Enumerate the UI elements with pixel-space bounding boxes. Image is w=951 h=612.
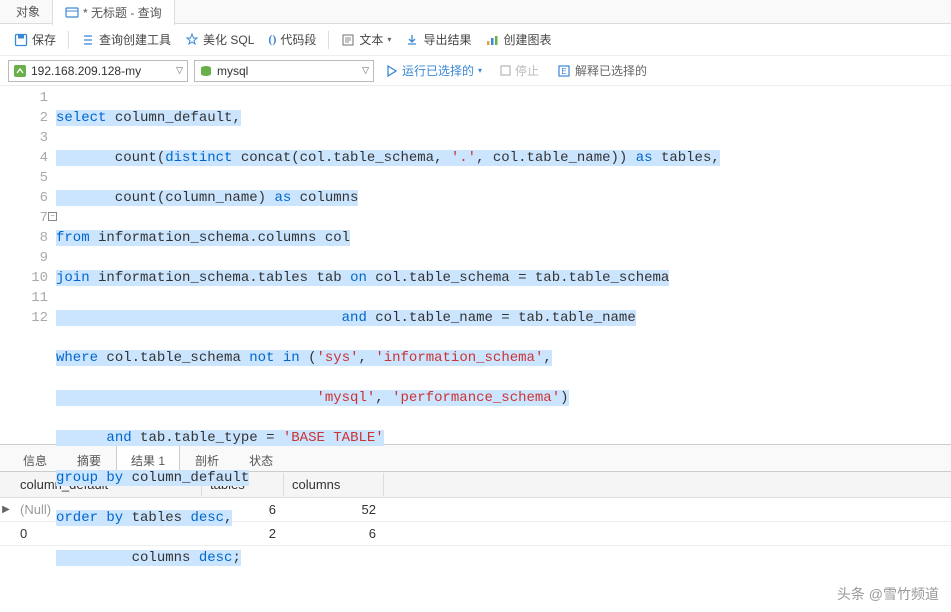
beautify-sql-button[interactable]: 美化 SQL — [179, 27, 260, 52]
tab-info[interactable]: 信息 — [8, 445, 62, 472]
query-tab-icon — [65, 5, 79, 19]
beautify-label: 美化 SQL — [203, 31, 254, 48]
save-icon — [14, 33, 28, 47]
text-icon — [341, 33, 355, 47]
export-result-button[interactable]: 导出结果 — [399, 27, 477, 52]
row-marker-icon: ▶ — [0, 504, 12, 515]
text-label: 文本 — [359, 31, 383, 48]
chevron-down-icon: ▽ — [176, 65, 183, 76]
play-icon — [386, 65, 398, 77]
save-button[interactable]: 保存 — [8, 27, 62, 52]
code-snippet-icon: () — [268, 32, 276, 47]
explain-icon: E — [557, 64, 571, 78]
tab-query-label: * 无标题 - 查询 — [83, 4, 162, 21]
query-builder-label: 查询创建工具 — [99, 31, 171, 48]
database-icon — [199, 64, 213, 78]
editor-gutter: 123456 7− 89101112 — [0, 86, 56, 444]
connection-bar: 192.168.209.128-my ▽ mysql ▽ 运行已选择的 ▾ 停止… — [0, 56, 951, 86]
database-text: mysql — [217, 64, 358, 78]
run-label: 运行已选择的 — [402, 62, 474, 79]
export-icon — [405, 33, 419, 47]
connection-icon — [13, 64, 27, 78]
connection-dropdown[interactable]: 192.168.209.128-my ▽ — [8, 60, 188, 82]
stop-icon — [500, 65, 511, 76]
query-builder-icon — [81, 33, 95, 47]
tab-query[interactable]: * 无标题 - 查询 — [52, 0, 175, 26]
code-snippet-button[interactable]: () 代码段 — [262, 27, 322, 52]
connection-text: 192.168.209.128-my — [31, 64, 172, 78]
tab-objects-label: 对象 — [16, 3, 40, 20]
stop-label: 停止 — [515, 62, 539, 79]
sql-editor[interactable]: 123456 7− 89101112 select column_default… — [0, 86, 951, 444]
editor-content[interactable]: select column_default, count(distinct co… — [56, 86, 951, 444]
watermark: 头条 @雪竹频道 — [837, 584, 939, 604]
code-snippet-label: 代码段 — [280, 31, 316, 48]
create-chart-button[interactable]: 创建图表 — [479, 27, 557, 52]
separator — [328, 31, 329, 49]
run-selected-button[interactable]: 运行已选择的 ▾ — [380, 60, 488, 81]
explain-selected-button[interactable]: E 解释已选择的 — [551, 60, 653, 81]
chart-icon — [485, 33, 499, 47]
explain-label: 解释已选择的 — [575, 62, 647, 79]
save-label: 保存 — [32, 31, 56, 48]
export-label: 导出结果 — [423, 31, 471, 48]
stop-button[interactable]: 停止 — [494, 60, 545, 81]
svg-text:E: E — [561, 67, 566, 76]
tab-objects[interactable]: 对象 — [4, 0, 52, 24]
text-button[interactable]: 文本 ▾ — [335, 27, 397, 52]
separator — [68, 31, 69, 49]
chart-label: 创建图表 — [503, 31, 551, 48]
database-dropdown[interactable]: mysql ▽ — [194, 60, 374, 82]
top-tabs: 对象 * 无标题 - 查询 — [0, 0, 951, 24]
chevron-down-icon: ▽ — [362, 65, 369, 76]
query-builder-button[interactable]: 查询创建工具 — [75, 27, 177, 52]
main-toolbar: 保存 查询创建工具 美化 SQL () 代码段 文本 ▾ 导出结果 创建图表 — [0, 24, 951, 56]
beautify-icon — [185, 33, 199, 47]
